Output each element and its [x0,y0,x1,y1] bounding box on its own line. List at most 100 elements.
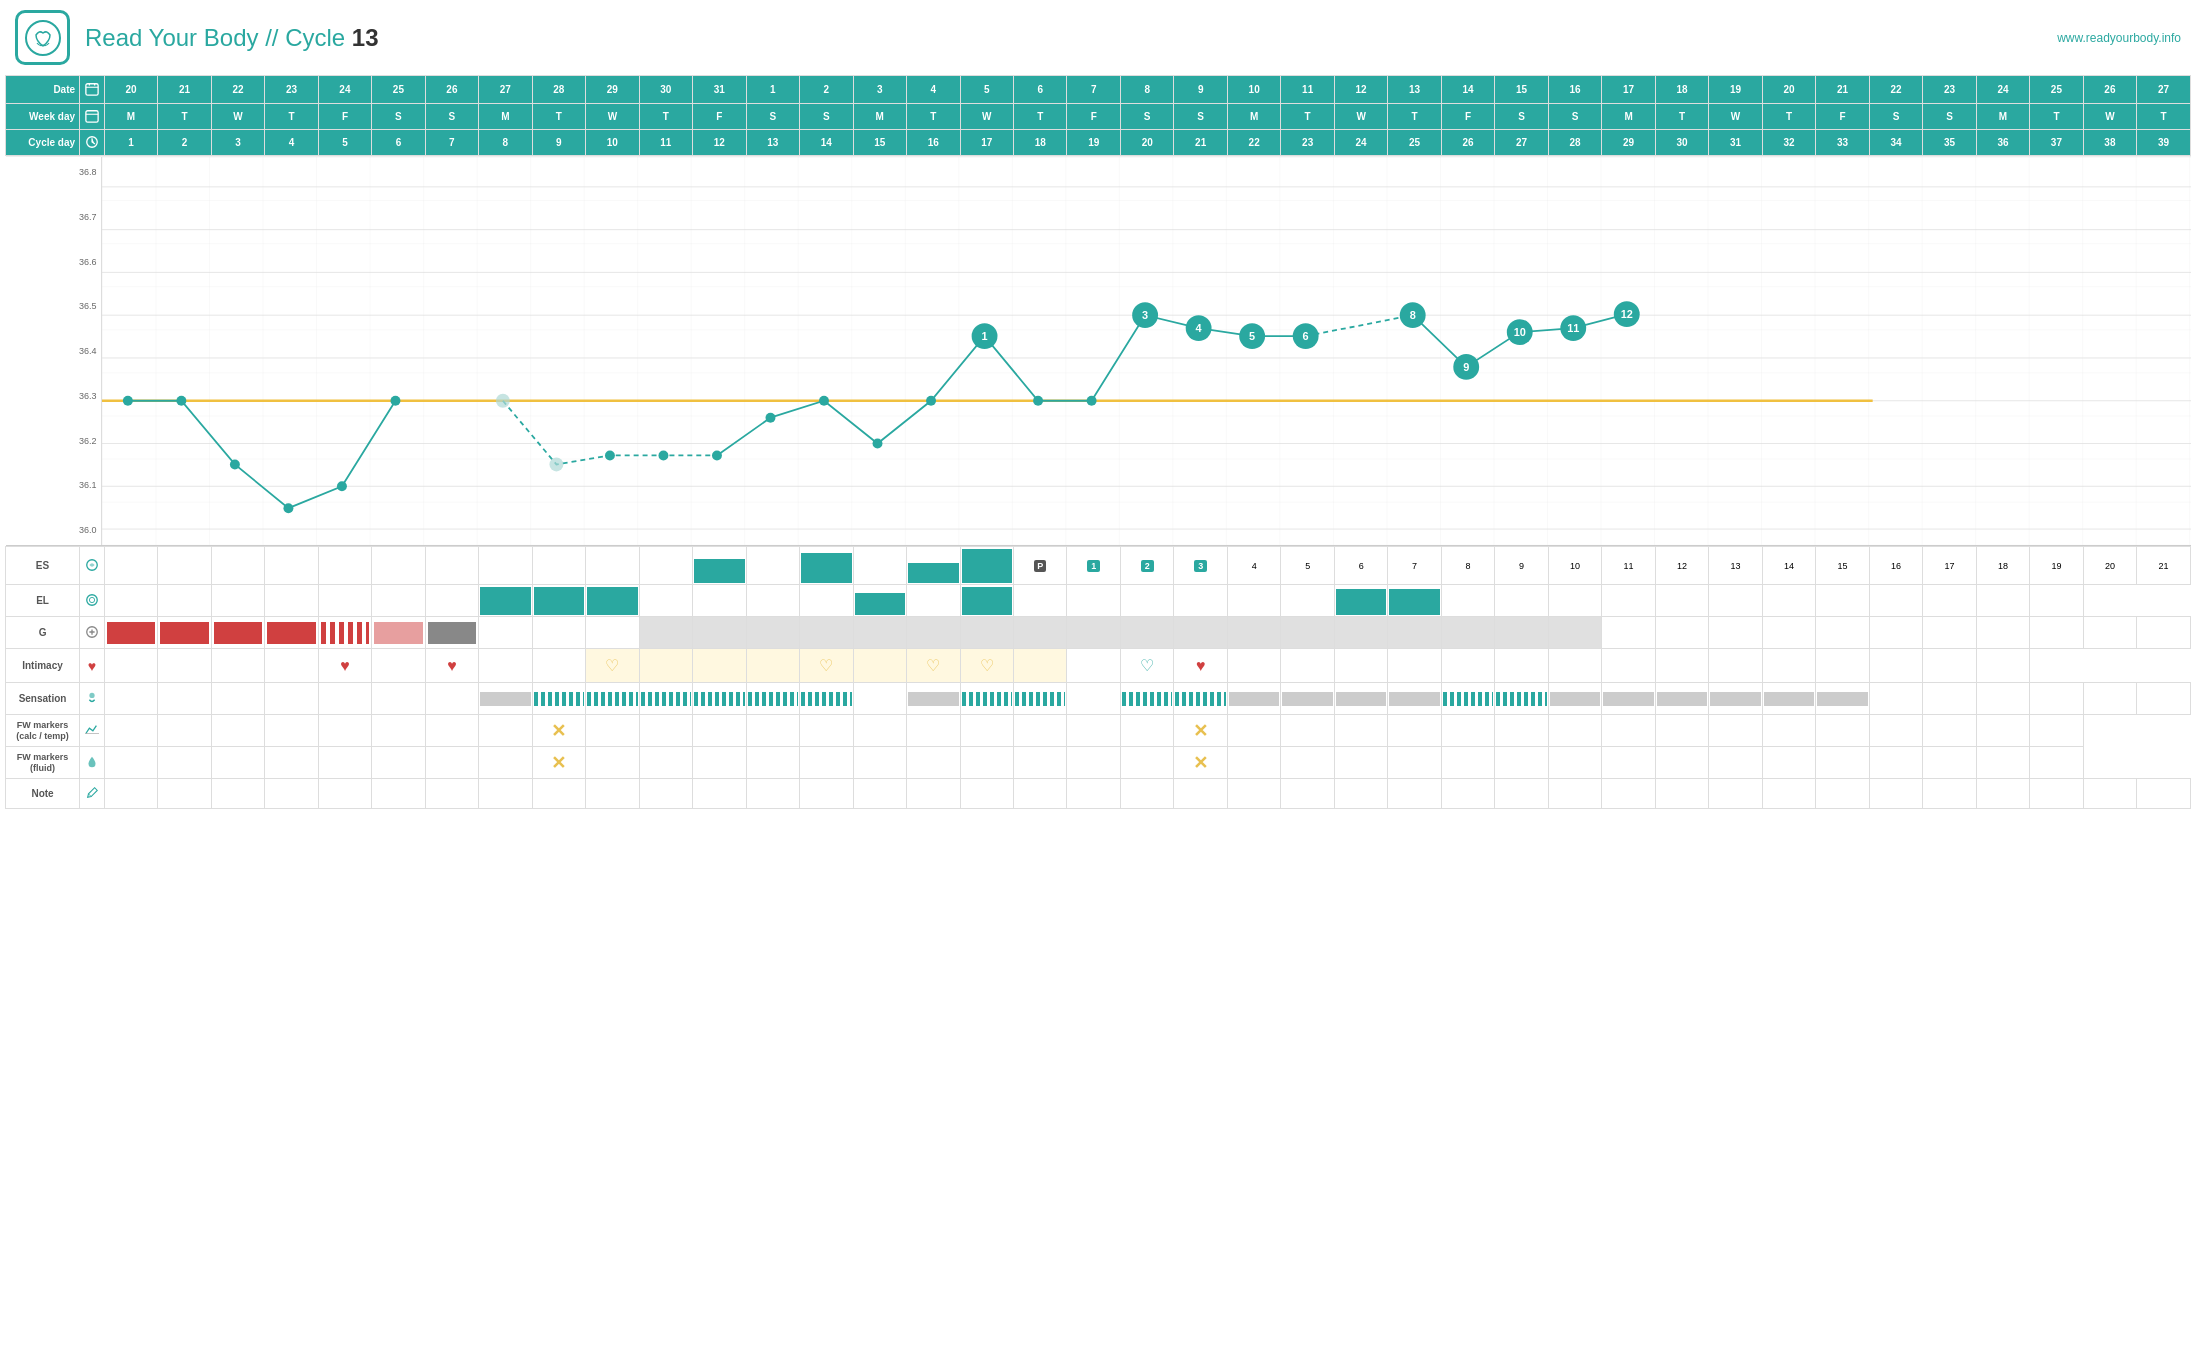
intimacy-icon: ♥ [80,649,105,683]
date-20: 20 [104,76,157,104]
date-18: 18 [1655,76,1708,104]
note-label: Note [6,779,80,809]
date-12: 12 [1334,76,1387,104]
es-icon [80,547,105,585]
date-24b: 24 [1976,76,2029,104]
temp-point-5 [336,481,346,491]
sensation-row: Sensation [6,683,2191,715]
y-label-366: 36.6 [10,257,97,267]
fw-calc-x-1: ✕ [551,721,566,741]
note-icon [80,779,105,809]
svg-point-0 [26,21,60,55]
temp-point-2 [176,396,186,406]
date-19: 19 [1709,76,1762,104]
intimacy-row: Intimacy ♥ ♥ ♥ ♡ ♡ ♡ ♡ ♡ ♥ [6,649,2191,683]
heart-solid-2: ♥ [447,657,457,674]
date-23b: 23 [1923,76,1976,104]
fw-calc-label: FW markers(calc / temp) [6,715,80,747]
temp-point-10 [604,450,614,460]
temp-label-3: 3 [1142,309,1148,321]
temp-point-1 [122,396,132,406]
chart-row: 36.8 36.7 36.6 36.5 36.4 36.3 36.2 36.1 … [6,156,2191,547]
date-11: 11 [1281,76,1334,104]
temp-point-9 [549,457,563,471]
date-4: 4 [907,76,960,104]
heart-outline-4: ♡ [980,657,994,674]
el-row: EL [6,585,2191,617]
sensation-label: Sensation [6,683,80,715]
temp-point-19 [1086,396,1096,406]
main-content: Date 20 21 22 23 24 25 26 27 28 29 30 31… [0,75,2196,809]
svg-point-16 [89,597,94,602]
date-10: 10 [1227,76,1280,104]
chart-svg: 1 3 4 5 6 [102,157,2191,545]
temp-point-11 [658,450,668,460]
date-28: 28 [532,76,585,104]
date-29: 29 [586,76,639,104]
cycleday-icon [80,130,105,156]
el-icon [80,585,105,617]
date-23: 23 [265,76,318,104]
date-7: 7 [1067,76,1120,104]
temp-point-16 [926,396,936,406]
temp-label-9: 9 [1463,361,1469,373]
date-26b: 26 [2083,76,2136,104]
date-25: 25 [372,76,425,104]
fw-fluid-icon [80,747,105,779]
date-22: 22 [211,76,264,104]
date-21b: 21 [1816,76,1869,104]
fw-calc-icon [80,715,105,747]
fw-fluid-label: FW markers(fluid) [6,747,80,779]
weekday-icon [80,104,105,130]
date-row: Date 20 21 22 23 24 25 26 27 28 29 30 31… [6,76,2191,104]
y-label-364: 36.4 [10,346,97,356]
date-3: 3 [853,76,906,104]
heart-outline-2: ♡ [819,657,833,674]
date-17: 17 [1602,76,1655,104]
temp-point-4 [283,503,293,513]
website-url: www.readyourbody.info [2057,31,2181,45]
date-27: 27 [479,76,532,104]
y-label-362: 36.2 [10,436,97,446]
temp-label-6: 6 [1302,330,1308,342]
fw-fluid-row: FW markers(fluid) ✕ ✕ [6,747,2191,779]
svg-rect-1 [86,83,98,94]
fw-calc-x-2: ✕ [1193,721,1208,741]
heart-outline-1: ♡ [605,657,619,674]
num-badge-2: 2 [1141,560,1154,572]
temp-label-12: 12 [1620,308,1632,320]
temp-point-3 [229,459,239,469]
temp-point-14 [819,396,829,406]
temp-label-4: 4 [1195,322,1202,334]
date-8: 8 [1120,76,1173,104]
date-16: 16 [1548,76,1601,104]
intimacy-label: Intimacy [6,649,80,683]
date-22b: 22 [1869,76,1922,104]
temp-label-11: 11 [1567,322,1579,334]
date-25b: 25 [2030,76,2083,104]
temp-point-12 [711,450,721,460]
svg-rect-4 [102,157,2191,545]
svg-point-18 [89,692,94,697]
date-20b: 20 [1762,76,1815,104]
date-31: 31 [693,76,746,104]
date-6: 6 [1013,76,1066,104]
app-logo [15,10,70,65]
chart-cell: 36.8 36.7 36.6 36.5 36.4 36.3 36.2 36.1 … [6,156,2191,547]
es-row: ES P 1 2 3 [6,547,2191,585]
p-badge: P [1034,560,1046,572]
date-5: 5 [960,76,1013,104]
date-13: 13 [1388,76,1441,104]
temp-point-18 [1033,396,1043,406]
temp-label-10: 10 [1513,326,1525,338]
date-9: 9 [1174,76,1227,104]
svg-point-15 [87,594,98,605]
date-24: 24 [318,76,371,104]
temp-label-5: 5 [1249,330,1255,342]
fw-fluid-x-2: ✕ [1193,753,1208,773]
y-label-361: 36.1 [10,480,97,490]
page-header: Read Your Body // Cycle 13 www.readyourb… [0,0,2196,75]
date-26: 26 [425,76,478,104]
svg-rect-2 [86,110,98,121]
cycle-table: Date 20 21 22 23 24 25 26 27 28 29 30 31… [5,75,2191,809]
